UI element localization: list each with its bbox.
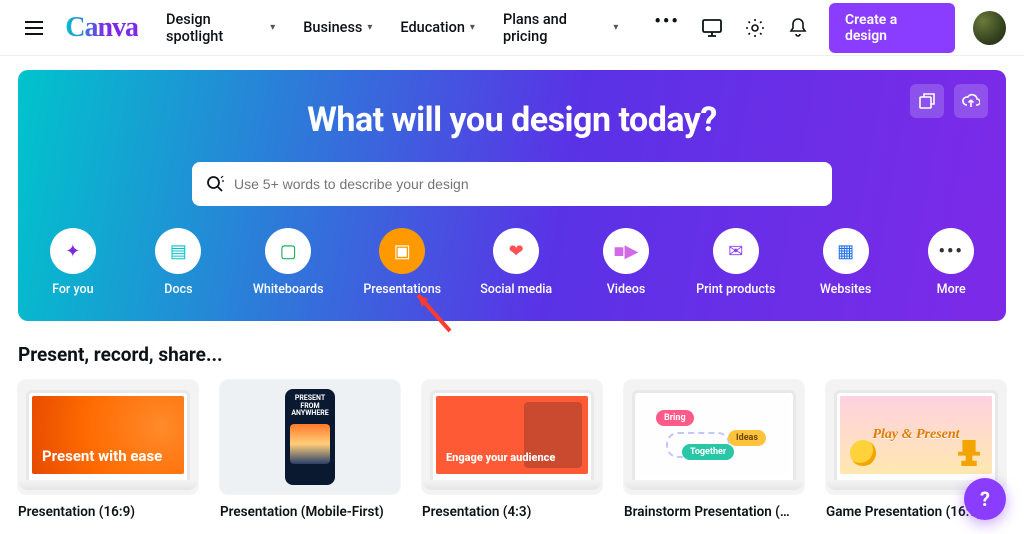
print-icon: ✉ (728, 241, 743, 262)
nav-more-icon[interactable]: ••• (654, 11, 679, 45)
category-label: Docs (164, 282, 192, 297)
section-heading: Present, record, share... (18, 343, 1006, 366)
gear-icon[interactable] (743, 15, 768, 41)
category-videos[interactable]: ■▶ Videos (595, 228, 657, 297)
category-print[interactable]: ✉ Print products (701, 228, 771, 297)
thumb-text: Engage your audience (446, 452, 555, 464)
search-input[interactable] (234, 176, 818, 192)
hero-banner: What will you design today? ✦ For you ▤ … (18, 70, 1006, 321)
category-label: Websites (820, 282, 871, 297)
chevron-down-icon: ▾ (613, 22, 618, 33)
template-cards: Present with ease Presentation (16:9) PR… (18, 380, 1006, 520)
category-more[interactable]: ••• More (920, 228, 982, 297)
nav-label: Plans and pricing (503, 11, 608, 45)
desktop-icon[interactable] (700, 15, 725, 41)
whiteboard-icon: ▢ (280, 241, 297, 262)
category-label: Presentations (363, 282, 441, 297)
template-card[interactable]: Engage your audience Presentation (4:3) (422, 380, 602, 520)
chevron-down-icon: ▾ (270, 22, 275, 33)
presentation-icon: ▣ (394, 241, 411, 262)
nav-label: Education (400, 19, 465, 36)
header-actions: Create a design (700, 3, 1006, 53)
category-whiteboards[interactable]: ▢ Whiteboards (253, 228, 323, 297)
category-label: Videos (607, 282, 646, 297)
pill: Ideas (728, 430, 766, 446)
chevron-down-icon: ▾ (470, 22, 475, 33)
pill: Together (682, 444, 734, 460)
more-icon: ••• (938, 241, 963, 262)
thumb-text: Present with ease (42, 448, 162, 465)
category-label: More (937, 282, 966, 297)
top-nav: Canva Design spotlight ▾ Business ▾ Educ… (0, 0, 1024, 56)
search-bar[interactable] (192, 162, 832, 206)
sparkle-icon: ✦ (65, 241, 80, 262)
template-card[interactable]: Present with ease Presentation (16:9) (18, 380, 198, 520)
bell-icon[interactable] (786, 15, 811, 41)
category-label: Whiteboards (253, 282, 324, 297)
help-button[interactable]: ? (964, 478, 1006, 520)
template-card[interactable]: PRESENT FROM ANYWHERE Presentation (Mobi… (220, 380, 400, 520)
search-icon (206, 175, 224, 193)
docs-icon: ▤ (170, 241, 187, 262)
canva-logo[interactable]: Canva (65, 12, 138, 44)
card-label: Brainstorm Presentation (… (624, 504, 804, 520)
custom-size-icon[interactable] (910, 84, 944, 118)
nav-design-spotlight[interactable]: Design spotlight ▾ (166, 11, 275, 45)
thumb-text: PRESENT FROM ANYWHERE (289, 395, 331, 418)
category-for-you[interactable]: ✦ For you (42, 228, 104, 297)
nav-label: Design spotlight (166, 11, 265, 45)
video-icon: ■▶ (614, 241, 639, 262)
category-label: Print products (696, 282, 775, 297)
nav-plans-pricing[interactable]: Plans and pricing ▾ (503, 11, 618, 45)
template-card[interactable]: Bring Ideas Together Brainstorm Presenta… (624, 380, 804, 520)
category-presentations[interactable]: ▣ Presentations (367, 228, 437, 297)
nav-education[interactable]: Education ▾ (400, 11, 475, 45)
nav-items: Design spotlight ▾ Business ▾ Education … (166, 11, 680, 45)
hero-title: What will you design today? (42, 100, 982, 140)
smiley-icon (850, 440, 876, 466)
category-row: ✦ For you ▤ Docs ▢ Whiteboards ▣ Present… (42, 228, 982, 297)
chevron-down-icon: ▾ (367, 22, 372, 33)
present-section: Present, record, share... Present with e… (0, 321, 1024, 520)
phone-mock: PRESENT FROM ANYWHERE (285, 389, 335, 485)
card-label: Presentation (16:9) (18, 504, 198, 520)
category-docs[interactable]: ▤ Docs (148, 228, 210, 297)
category-social-media[interactable]: ❤ Social media (481, 228, 551, 297)
card-label: Presentation (4:3) (422, 504, 602, 520)
website-icon: ▦ (837, 241, 854, 262)
create-design-button[interactable]: Create a design (829, 3, 955, 53)
heart-icon: ❤ (509, 241, 524, 262)
pill: Bring (656, 410, 694, 426)
card-label: Presentation (Mobile-First) (220, 504, 400, 520)
nav-business[interactable]: Business ▾ (303, 11, 372, 45)
nav-label: Business (303, 19, 362, 36)
avatar[interactable] (973, 11, 1006, 45)
thumb-text: Play & Present (872, 428, 959, 443)
category-label: Social media (480, 282, 552, 297)
menu-icon[interactable] (18, 12, 49, 44)
category-label: For you (52, 282, 93, 297)
upload-icon[interactable] (954, 84, 988, 118)
category-websites[interactable]: ▦ Websites (815, 228, 877, 297)
trophy-icon (958, 440, 980, 466)
